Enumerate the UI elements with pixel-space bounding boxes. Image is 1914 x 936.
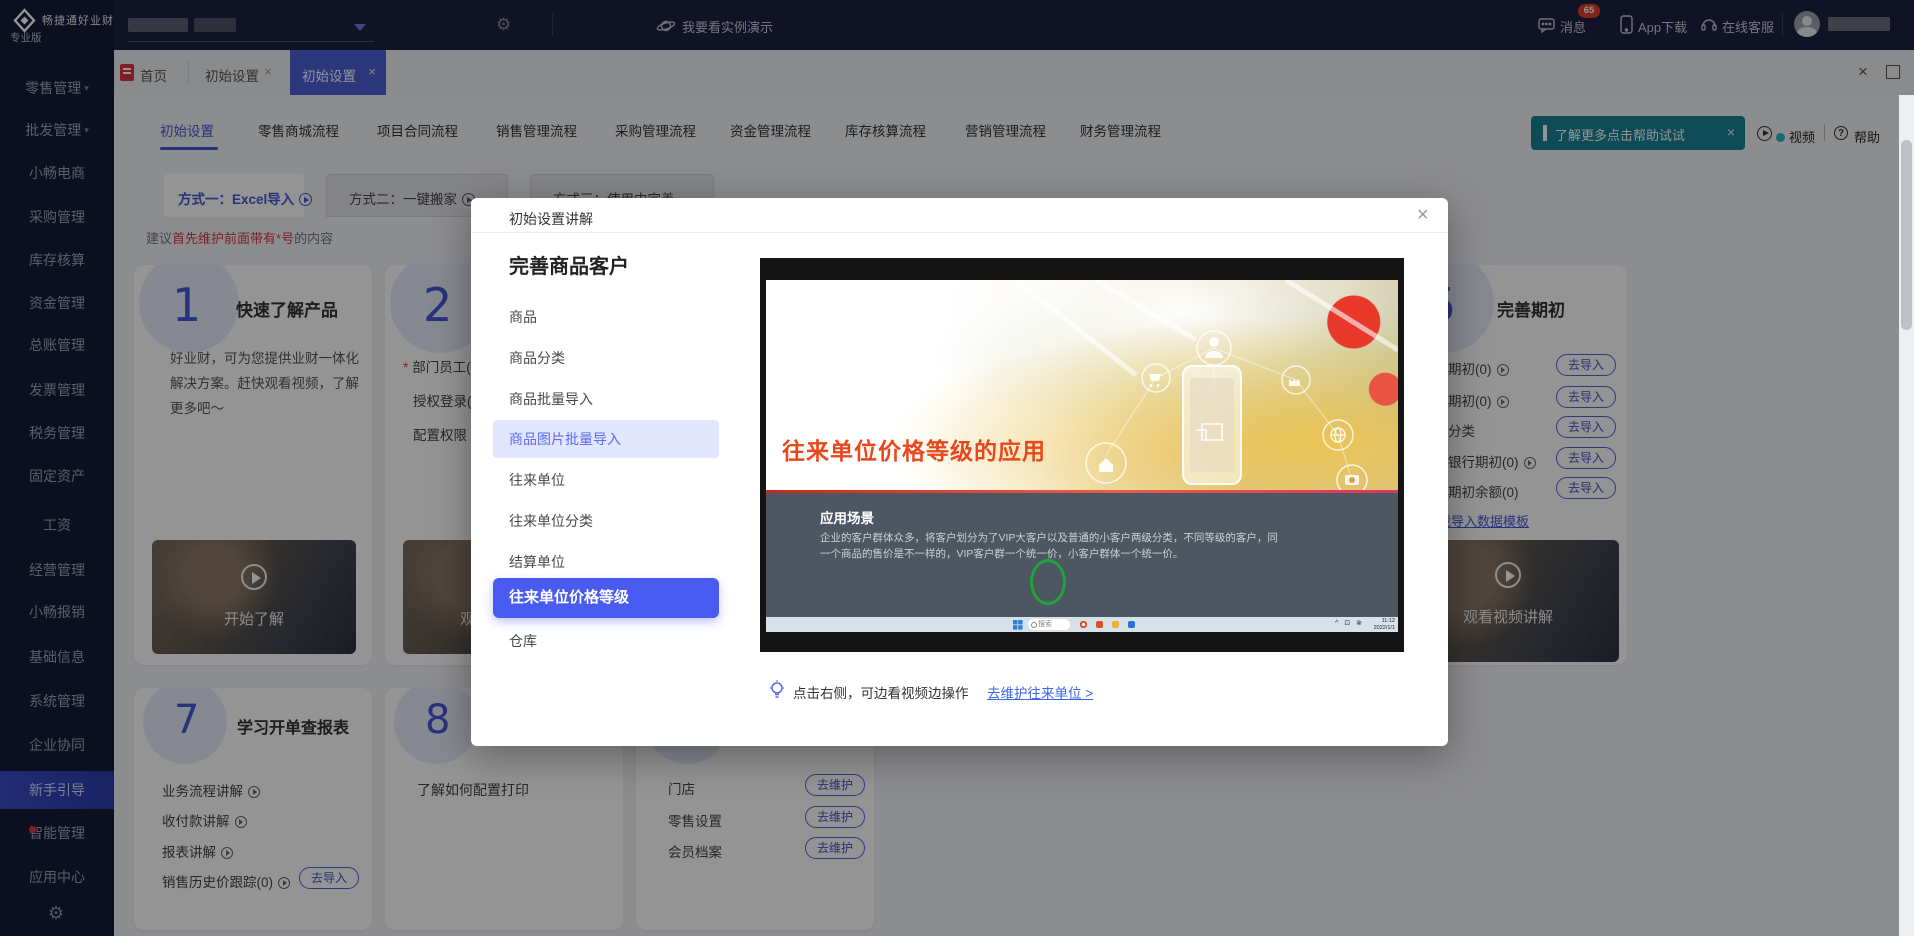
slide-body-line: 一个商品的售价是不一样的，VIP客户群一个统一价，小客户群体一个统一价。 [820, 546, 1183, 561]
slide-photo: 往来单位价格等级的应用 [766, 280, 1398, 490]
modal-menu-goods[interactable]: 商品 [493, 298, 719, 336]
settings-guide-modal: 初始设置讲解 × 完善商品客户 商品 商品分类 商品批量导入 商品图片批量导入 … [471, 198, 1448, 746]
modal-menu-settlement-unit[interactable]: 结算单位 [493, 543, 719, 581]
modal-menu-partners[interactable]: 往来单位 [493, 461, 719, 499]
slide-section-heading: 应用场景 [820, 507, 874, 527]
modal-menu-warehouse[interactable]: 仓库 [493, 622, 719, 660]
modal-menu-goods-batch-import[interactable]: 商品批量导入 [493, 380, 719, 418]
modal-section-heading: 完善商品客户 [509, 250, 629, 279]
lightbulb-icon [769, 680, 785, 700]
slide-title: 往来单位价格等级的应用 [782, 432, 1046, 466]
chrome-icon [1080, 621, 1087, 628]
modal-menu-goods-image-import[interactable]: 商品图片批量导入 [493, 420, 719, 458]
windows-icon [1013, 620, 1023, 630]
scrollbar-thumb[interactable] [1901, 140, 1912, 330]
app-window: ⚙ 我要看实例演示 消息 65 App下载 在线客服 畅捷通好业财 专业版 零 [0, 0, 1914, 936]
taskbar-search: 搜索 [1028, 619, 1070, 630]
scrollbar-track[interactable] [1899, 95, 1914, 936]
slide-dark-section: 应用场景 企业的客户群体众多，将客户划分为了VIP大客户以及普通的小客户两级分类… [766, 493, 1398, 617]
modal-menu-partner-category[interactable]: 往来单位分类 [493, 502, 719, 540]
modal-menu-goods-category[interactable]: 商品分类 [493, 339, 719, 377]
modal-header-divider [471, 232, 1448, 233]
video-slide: 往来单位价格等级的应用 应用场景 企业的客户群体众多，将客户划分为了VIP大客户… [766, 280, 1398, 632]
modal-close-icon[interactable]: × [1417, 204, 1429, 227]
folder-icon [1112, 621, 1119, 628]
taskbar-clock: 11:122022/1/1 [1374, 618, 1395, 631]
office-icon [1096, 621, 1103, 628]
taskbar-tray: ^ ⊡ ⊗ [1335, 619, 1364, 627]
modal-tip-text: 点击右侧，可边看视频边操作 [793, 682, 969, 702]
edge-icon [1128, 621, 1135, 628]
modal-title: 初始设置讲解 [509, 209, 593, 229]
maintain-partner-link[interactable]: 去维护往来单位 > [987, 682, 1093, 702]
modal-menu-partner-price-level[interactable]: 往来单位价格等级 [493, 578, 719, 618]
video-player[interactable]: 往来单位价格等级的应用 应用场景 企业的客户群体众多，将客户划分为了VIP大客户… [760, 258, 1404, 652]
annotation-circle [1030, 559, 1066, 605]
slide-taskbar: 搜索 ^ ⊡ ⊗ 11:122022/1/1 [766, 617, 1398, 632]
slide-body-line: 企业的客户群体众多，将客户划分为了VIP大客户以及普通的小客户两级分类，不同等级… [820, 530, 1278, 545]
